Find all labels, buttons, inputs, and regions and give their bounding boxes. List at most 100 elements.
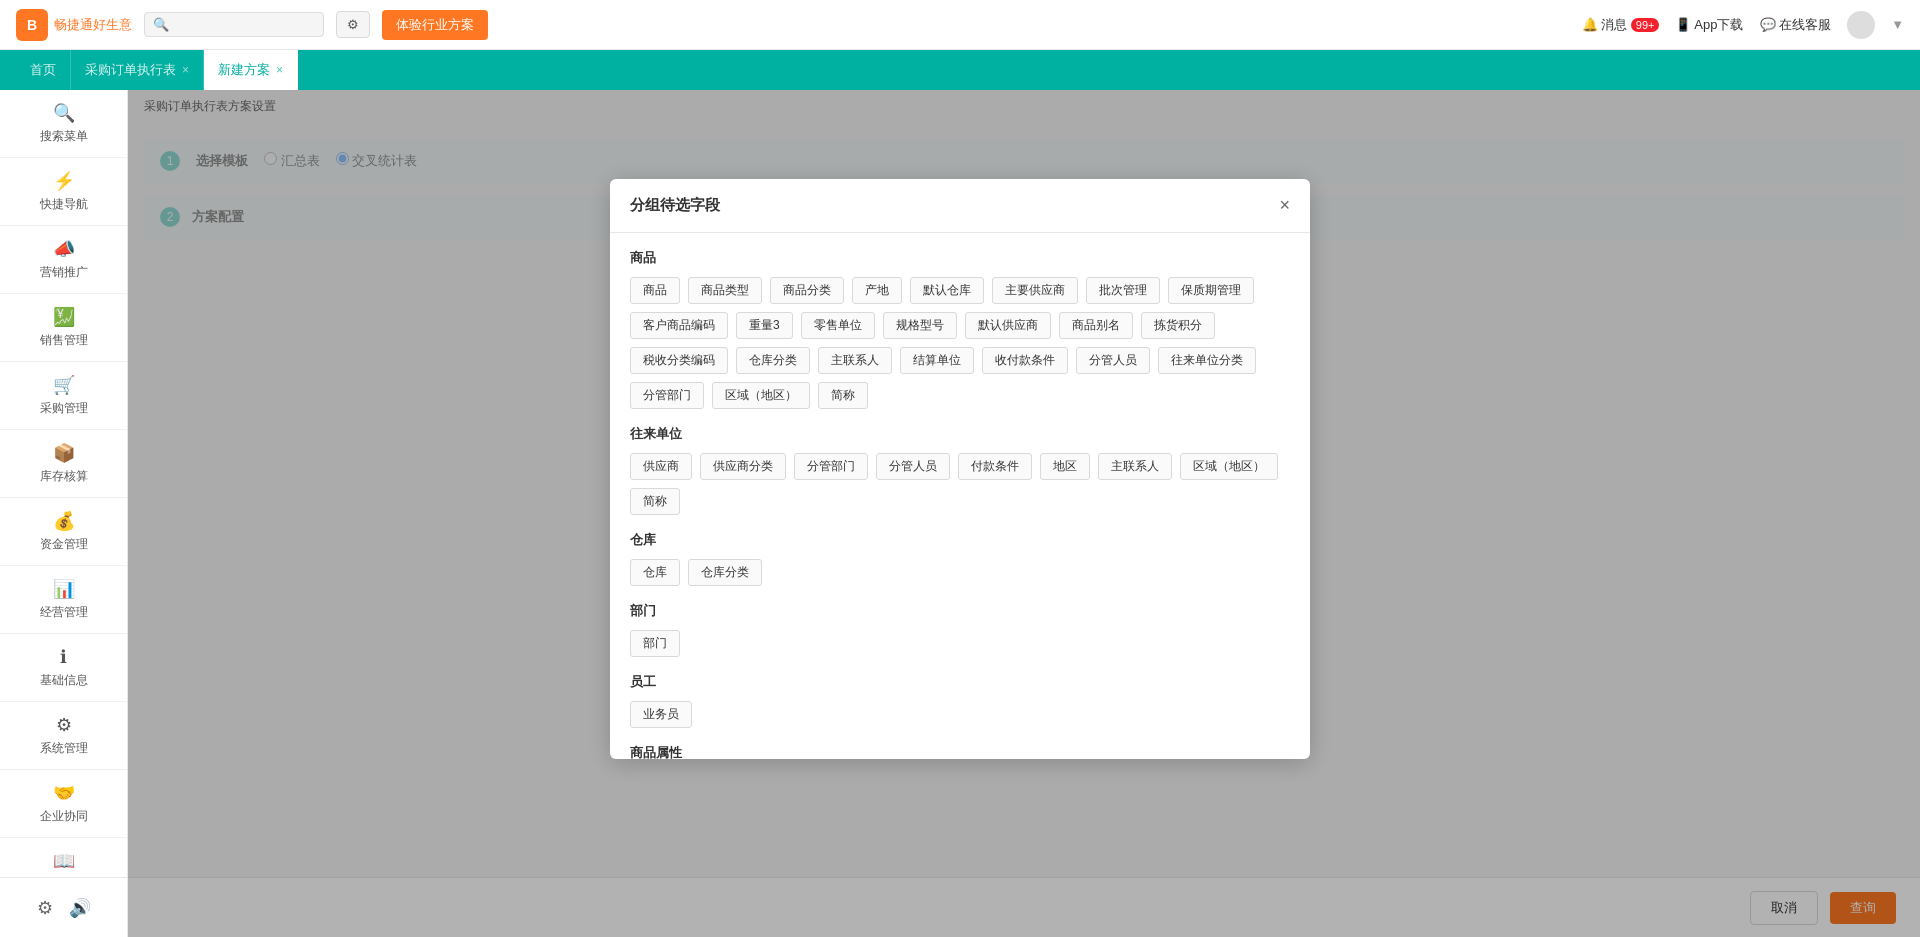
sidebar-item-sales[interactable]: 💹 销售管理 <box>0 294 127 362</box>
field-tags-goods: 商品商品类型商品分类产地默认仓库主要供应商批次管理保质期管理客户商品编码重量3 零… <box>630 277 1290 409</box>
modal-close-button[interactable]: × <box>1279 195 1290 216</box>
section-warehouse: 仓库仓库仓库分类 <box>630 531 1290 586</box>
sidebar-item-search-label: 搜索菜单 <box>40 128 88 145</box>
sidebar-item-inventory[interactable]: 📦 库存核算 <box>0 430 127 498</box>
message-item[interactable]: 🔔 消息 99+ <box>1582 16 1660 34</box>
app-download-item[interactable]: 📱 App下载 <box>1675 16 1743 34</box>
nav-bar: 首页 采购订单执行表 × 新建方案 × <box>0 50 1920 90</box>
sidebar-item-system[interactable]: ⚙ 系统管理 <box>0 702 127 770</box>
field-tag-供应商[interactable]: 供应商 <box>630 453 692 480</box>
app-download-label: App下载 <box>1694 17 1743 32</box>
nav-tab-home-label: 首页 <box>30 61 56 79</box>
logo-text: 畅捷通好生意 <box>54 16 132 34</box>
field-tag-简称[interactable]: 简称 <box>630 488 680 515</box>
purchase-icon: 🛒 <box>53 374 75 396</box>
field-tag-主联系人[interactable]: 主联系人 <box>1098 453 1172 480</box>
sales-icon: 💹 <box>53 306 75 328</box>
field-tag-零售单位[interactable]: 零售单位 <box>801 312 875 339</box>
field-tag-简称[interactable]: 简称 <box>818 382 868 409</box>
user-avatar[interactable] <box>1847 11 1875 39</box>
field-tag-税收分类编码[interactable]: 税收分类编码 <box>630 347 728 374</box>
field-tag-分管人员[interactable]: 分管人员 <box>876 453 950 480</box>
online-service-item[interactable]: 💬 在线客服 <box>1760 16 1832 34</box>
sidebar-item-collab[interactable]: 🤝 企业协同 <box>0 770 127 838</box>
field-tag-主联系人[interactable]: 主联系人 <box>818 347 892 374</box>
field-tag-主要供应商[interactable]: 主要供应商 <box>992 277 1078 304</box>
sidebar-item-finance[interactable]: 💰 资金管理 <box>0 498 127 566</box>
field-tag-付款条件[interactable]: 付款条件 <box>958 453 1032 480</box>
field-tag-结算单位[interactable]: 结算单位 <box>900 347 974 374</box>
sidebar-item-collab-label: 企业协同 <box>40 808 88 825</box>
field-tag-分管人员[interactable]: 分管人员 <box>1076 347 1150 374</box>
guide-icon: 📖 <box>53 850 75 872</box>
field-tag-往来单位分类[interactable]: 往来单位分类 <box>1158 347 1256 374</box>
sidebar-item-basic-info[interactable]: ℹ 基础信息 <box>0 634 127 702</box>
field-tag-区域（地区）[interactable]: 区域（地区） <box>712 382 810 409</box>
field-tag-商品别名[interactable]: 商品别名 <box>1059 312 1133 339</box>
search-menu-icon: 🔍 <box>53 102 75 124</box>
sidebar-item-operations[interactable]: 📊 经营管理 <box>0 566 127 634</box>
field-tag-仓库[interactable]: 仓库 <box>630 559 680 586</box>
section-title-employee: 员工 <box>630 673 1290 691</box>
field-tag-区域（地区）[interactable]: 区域（地区） <box>1180 453 1278 480</box>
search-icon: 🔍 <box>153 17 169 32</box>
field-select-modal: 分组待选字段 × 商品商品商品类型商品分类产地默认仓库主要供应商批次管理保质期管… <box>610 179 1310 759</box>
field-tag-产地[interactable]: 产地 <box>852 277 902 304</box>
field-tag-部门[interactable]: 部门 <box>630 630 680 657</box>
logo-icon: B <box>16 9 48 41</box>
settings-button[interactable]: ⚙ <box>336 11 370 38</box>
online-service-label: 在线客服 <box>1779 17 1831 32</box>
field-tag-批次管理[interactable]: 批次管理 <box>1086 277 1160 304</box>
field-tag-分管部门[interactable]: 分管部门 <box>794 453 868 480</box>
sidebar-item-system-label: 系统管理 <box>40 740 88 757</box>
experience-btn[interactable]: 体验行业方案 <box>382 10 488 40</box>
field-tag-规格型号[interactable]: 规格型号 <box>883 312 957 339</box>
nav-tab-new-plan-close[interactable]: × <box>276 63 283 77</box>
modal-title: 分组待选字段 <box>630 196 720 215</box>
field-tag-客户商品编码[interactable]: 客户商品编码 <box>630 312 728 339</box>
field-tag-重量3[interactable]: 重量3 <box>736 312 793 339</box>
collab-icon: 🤝 <box>53 782 75 804</box>
top-bar: B 畅捷通好生意 🔍 ⚙ 体验行业方案 🔔 消息 99+ 📱 App下载 💬 在… <box>0 0 1920 50</box>
sidebar-item-purchase[interactable]: 🛒 采购管理 <box>0 362 127 430</box>
section-employee: 员工业务员 <box>630 673 1290 728</box>
nav-tab-new-plan-label: 新建方案 <box>218 61 270 79</box>
bottom-sound-icon[interactable]: 🔊 <box>69 897 91 919</box>
nav-tab-home[interactable]: 首页 <box>16 50 71 90</box>
section-title-department: 部门 <box>630 602 1290 620</box>
basic-info-icon: ℹ <box>53 646 75 668</box>
nav-tab-purchase[interactable]: 采购订单执行表 × <box>71 50 204 90</box>
sidebar-item-finance-label: 资金管理 <box>40 536 88 553</box>
field-tag-商品类型[interactable]: 商品类型 <box>688 277 762 304</box>
field-tags-warehouse: 仓库仓库分类 <box>630 559 1290 586</box>
sidebar-item-operations-label: 经营管理 <box>40 604 88 621</box>
field-tag-默认仓库[interactable]: 默认仓库 <box>910 277 984 304</box>
field-tag-收付款条件[interactable]: 收付款条件 <box>982 347 1068 374</box>
sidebar-item-quick-nav[interactable]: ⚡ 快捷导航 <box>0 158 127 226</box>
field-tag-地区[interactable]: 地区 <box>1040 453 1090 480</box>
sidebar-item-marketing[interactable]: 📣 营销推广 <box>0 226 127 294</box>
sidebar-item-quick-nav-label: 快捷导航 <box>40 196 88 213</box>
field-tag-仓库分类[interactable]: 仓库分类 <box>688 559 762 586</box>
modal-body: 商品商品商品类型商品分类产地默认仓库主要供应商批次管理保质期管理客户商品编码重量… <box>610 233 1310 759</box>
field-tag-仓库分类[interactable]: 仓库分类 <box>736 347 810 374</box>
field-tag-保质期管理[interactable]: 保质期管理 <box>1168 277 1254 304</box>
field-tag-默认供应商[interactable]: 默认供应商 <box>965 312 1051 339</box>
message-badge: 99+ <box>1631 18 1660 32</box>
sidebar-item-basic-info-label: 基础信息 <box>40 672 88 689</box>
search-box[interactable]: 🔍 <box>144 12 324 37</box>
field-tag-供应商分类[interactable]: 供应商分类 <box>700 453 786 480</box>
system-icon: ⚙ <box>53 714 75 736</box>
bottom-settings-icon[interactable]: ⚙ <box>37 897 53 919</box>
field-tag-拣货积分[interactable]: 拣货积分 <box>1141 312 1215 339</box>
field-tag-商品分类[interactable]: 商品分类 <box>770 277 844 304</box>
field-tag-商品[interactable]: 商品 <box>630 277 680 304</box>
top-right: 🔔 消息 99+ 📱 App下载 💬 在线客服 ▼ <box>1582 11 1904 39</box>
field-tag-分管部门[interactable]: 分管部门 <box>630 382 704 409</box>
sidebar-item-search[interactable]: 🔍 搜索菜单 <box>0 90 127 158</box>
section-department: 部门部门 <box>630 602 1290 657</box>
service-icon: 💬 <box>1760 17 1776 32</box>
nav-tab-new-plan[interactable]: 新建方案 × <box>204 50 298 90</box>
nav-tab-purchase-close[interactable]: × <box>182 63 189 77</box>
field-tag-业务员[interactable]: 业务员 <box>630 701 692 728</box>
